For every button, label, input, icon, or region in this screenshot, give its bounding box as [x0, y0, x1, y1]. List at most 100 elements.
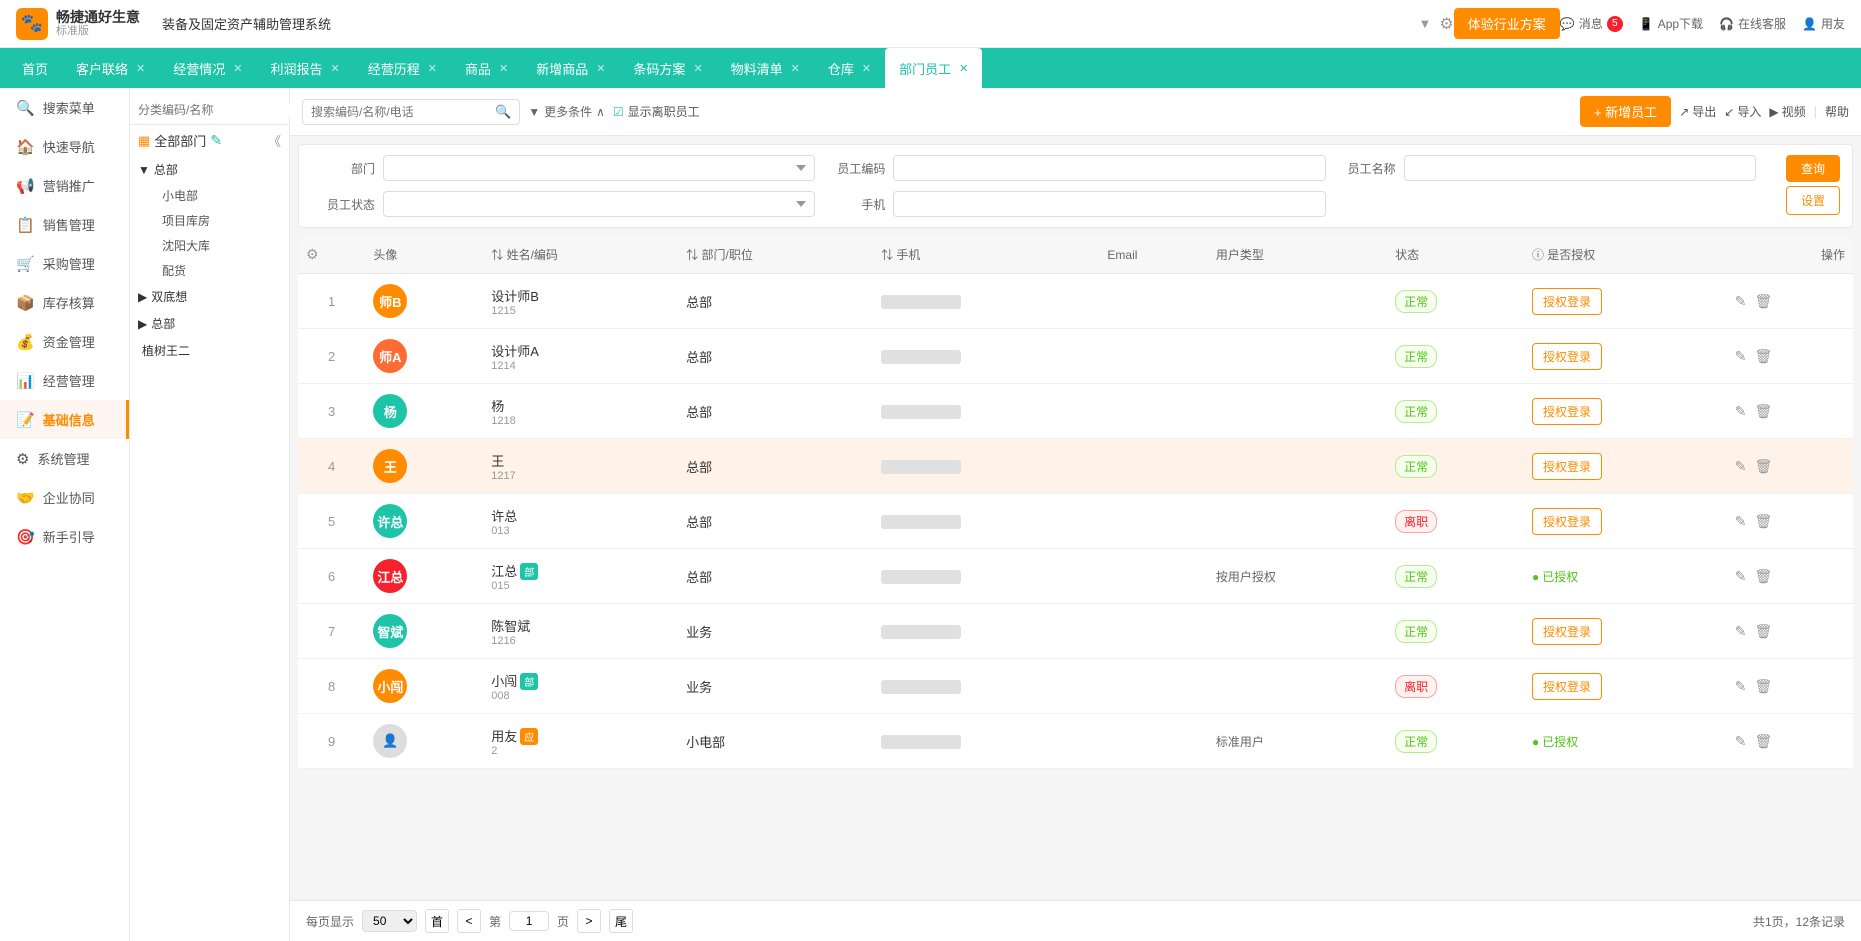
sidebar-item-10[interactable]: 🤝企业协同 — [0, 478, 129, 517]
th-settings[interactable]: ⚙ — [298, 236, 365, 274]
nav-tab-物料清单[interactable]: 物料清单✕ — [717, 48, 814, 88]
auth-button-2[interactable]: 授权登录 — [1532, 398, 1602, 425]
delete-icon-1[interactable]: 🗑 — [1754, 348, 1772, 365]
delete-icon-8[interactable]: 🗑 — [1754, 733, 1772, 750]
edit-icon-6[interactable]: ✎ — [1735, 623, 1747, 640]
show-resigned-toggle[interactable]: ☑ 显示离职员工 — [613, 103, 700, 120]
emp-status-select[interactable] — [383, 191, 815, 217]
auth-done-5: 已授权 — [1532, 570, 1578, 584]
filter-row-status: 员工状态 — [315, 191, 815, 217]
nav-tab-利润报告[interactable]: 利润报告✕ — [256, 48, 353, 88]
auth-button-7[interactable]: 授权登录 — [1532, 673, 1602, 700]
sidebar-item-3[interactable]: 📋销售管理 — [0, 205, 129, 244]
export-button[interactable]: ↗ 导出 — [1679, 103, 1716, 120]
th-dept[interactable]: ⇅ 部门/职位 — [678, 236, 873, 274]
sidebar-item-8[interactable]: 📝基础信息 — [0, 400, 129, 439]
settings-icon[interactable]: ⚙ — [1439, 14, 1453, 34]
dept-search-input[interactable] — [138, 103, 293, 117]
help-button[interactable]: 帮助 — [1825, 103, 1849, 120]
delete-icon-0[interactable]: 🗑 — [1754, 293, 1772, 310]
try-plan-button[interactable]: 体验行业方案 — [1454, 8, 1560, 39]
auth-button-6[interactable]: 授权登录 — [1532, 618, 1602, 645]
th-name[interactable]: ⇅ 姓名/编码 — [483, 236, 678, 274]
online-service-button[interactable]: 🎧 在线客服 — [1719, 15, 1786, 32]
sidebar-item-1[interactable]: 🏠快速导航 — [0, 127, 129, 166]
search-icon[interactable]: 🔍 — [495, 104, 511, 120]
sidebar-item-11[interactable]: 🎯新手引导 — [0, 517, 129, 556]
sidebar-label-8: 基础信息 — [43, 410, 95, 429]
dept-item-xiaodianbu[interactable]: 小电部 — [154, 183, 281, 208]
dept-edit-icon[interactable]: ✎ — [210, 132, 222, 149]
nav-tab-商品[interactable]: 商品✕ — [451, 48, 522, 88]
more-filter-button[interactable]: ▼ 更多条件 ∧ — [528, 103, 605, 120]
sidebar-item-5[interactable]: 📦库存核算 — [0, 283, 129, 322]
dept-item-xiangmuku[interactable]: 项目库房 — [154, 208, 281, 233]
first-page-button[interactable]: 首 — [425, 909, 449, 933]
nav-tab-仓库[interactable]: 仓库✕ — [814, 48, 885, 88]
dropdown-icon[interactable]: ▼ — [1419, 16, 1432, 31]
td-status-1: 正常 — [1387, 329, 1524, 384]
query-button[interactable]: 查询 — [1786, 155, 1840, 182]
nav-tab-部门员工[interactable]: 部门员工✕ — [885, 48, 982, 88]
dept-item-shenyangdaku[interactable]: 沈阳大库 — [154, 233, 281, 258]
delete-icon-7[interactable]: 🗑 — [1754, 678, 1772, 695]
set-button[interactable]: 设置 — [1786, 186, 1840, 215]
app-download-button[interactable]: 📱 App下载 — [1639, 15, 1703, 32]
dept-group-shuang-label[interactable]: ▶ 双底想 — [138, 283, 281, 310]
dept-group-zb2-label[interactable]: ▶ 总部 — [138, 310, 281, 337]
next-page-button[interactable]: > — [577, 909, 601, 933]
edit-icon-4[interactable]: ✎ — [1735, 513, 1747, 530]
nav-tab-条码方案[interactable]: 条码方案✕ — [619, 48, 716, 88]
edit-icon-5[interactable]: ✎ — [1735, 568, 1747, 585]
dept-item-peihuo[interactable]: 配货 — [154, 258, 281, 283]
emp-code-input[interactable] — [893, 155, 1325, 181]
delete-icon-2[interactable]: 🗑 — [1754, 403, 1772, 420]
edit-icon-2[interactable]: ✎ — [1735, 403, 1747, 420]
per-page-select[interactable]: 50 20 100 — [362, 910, 417, 932]
emp-name-input[interactable] — [1404, 155, 1756, 181]
edit-icon-0[interactable]: ✎ — [1735, 293, 1747, 310]
auth-button-0[interactable]: 授权登录 — [1532, 288, 1602, 315]
edit-icon-8[interactable]: ✎ — [1735, 733, 1747, 750]
page-input[interactable] — [509, 911, 549, 931]
edit-icon-7[interactable]: ✎ — [1735, 678, 1747, 695]
nav-tab-经营历程[interactable]: 经营历程✕ — [354, 48, 451, 88]
prev-page-button[interactable]: < — [457, 909, 481, 933]
nav-tab-客户联络[interactable]: 客户联络✕ — [62, 48, 159, 88]
sidebar-item-9[interactable]: ⚙系统管理 — [0, 439, 129, 478]
user-button[interactable]: 👤 用友 — [1802, 15, 1845, 32]
dept-group-zongbu-label[interactable]: ▼ 总部 — [138, 156, 281, 183]
add-employee-button[interactable]: + 新增员工 — [1580, 96, 1671, 127]
edit-icon-1[interactable]: ✎ — [1735, 348, 1747, 365]
auth-button-1[interactable]: 授权登录 — [1532, 343, 1602, 370]
sidebar-item-2[interactable]: 📢营销推广 — [0, 166, 129, 205]
sidebar-item-4[interactable]: 🛒采购管理 — [0, 244, 129, 283]
delete-icon-3[interactable]: 🗑 — [1754, 458, 1772, 475]
dept-filter-select[interactable] — [383, 155, 815, 181]
auth-button-3[interactable]: 授权登录 — [1532, 453, 1602, 480]
phone-input[interactable] — [893, 191, 1325, 217]
nav-tab-首页[interactable]: 首页 — [8, 48, 62, 88]
td-avatar-2: 杨 — [365, 384, 483, 439]
search-input[interactable] — [311, 105, 491, 119]
nav-tab-经营情况[interactable]: 经营情况✕ — [159, 48, 256, 88]
sidebar-item-7[interactable]: 📊经营管理 — [0, 361, 129, 400]
delete-icon-5[interactable]: 🗑 — [1754, 568, 1772, 585]
nav-tab-新增商品[interactable]: 新增商品✕ — [522, 48, 619, 88]
import-button[interactable]: ↙ 导入 — [1724, 103, 1761, 120]
dept-group-zhishu-label[interactable]: 植树王二 — [138, 337, 281, 364]
delete-icon-4[interactable]: 🗑 — [1754, 513, 1772, 530]
delete-icon-6[interactable]: 🗑 — [1754, 623, 1772, 640]
last-page-button[interactable]: 尾 — [609, 909, 633, 933]
message-button[interactable]: 💬 消息 5 — [1560, 15, 1623, 32]
view-button[interactable]: ▶ 视频 — [1769, 103, 1805, 120]
sidebar-label-1: 快速导航 — [43, 137, 95, 156]
sidebar-item-6[interactable]: 💰资金管理 — [0, 322, 129, 361]
auth-button-4[interactable]: 授权登录 — [1532, 508, 1602, 535]
dept-collapse-icon[interactable]: 《 — [268, 131, 281, 150]
dept-header-label: 全部部门 — [154, 131, 206, 150]
edit-icon-3[interactable]: ✎ — [1735, 458, 1747, 475]
sidebar-item-0[interactable]: 🔍搜索菜单 — [0, 88, 129, 127]
emp-name-1: 设计师A — [491, 341, 670, 360]
th-phone[interactable]: ⇅ 手机 — [873, 236, 1099, 274]
